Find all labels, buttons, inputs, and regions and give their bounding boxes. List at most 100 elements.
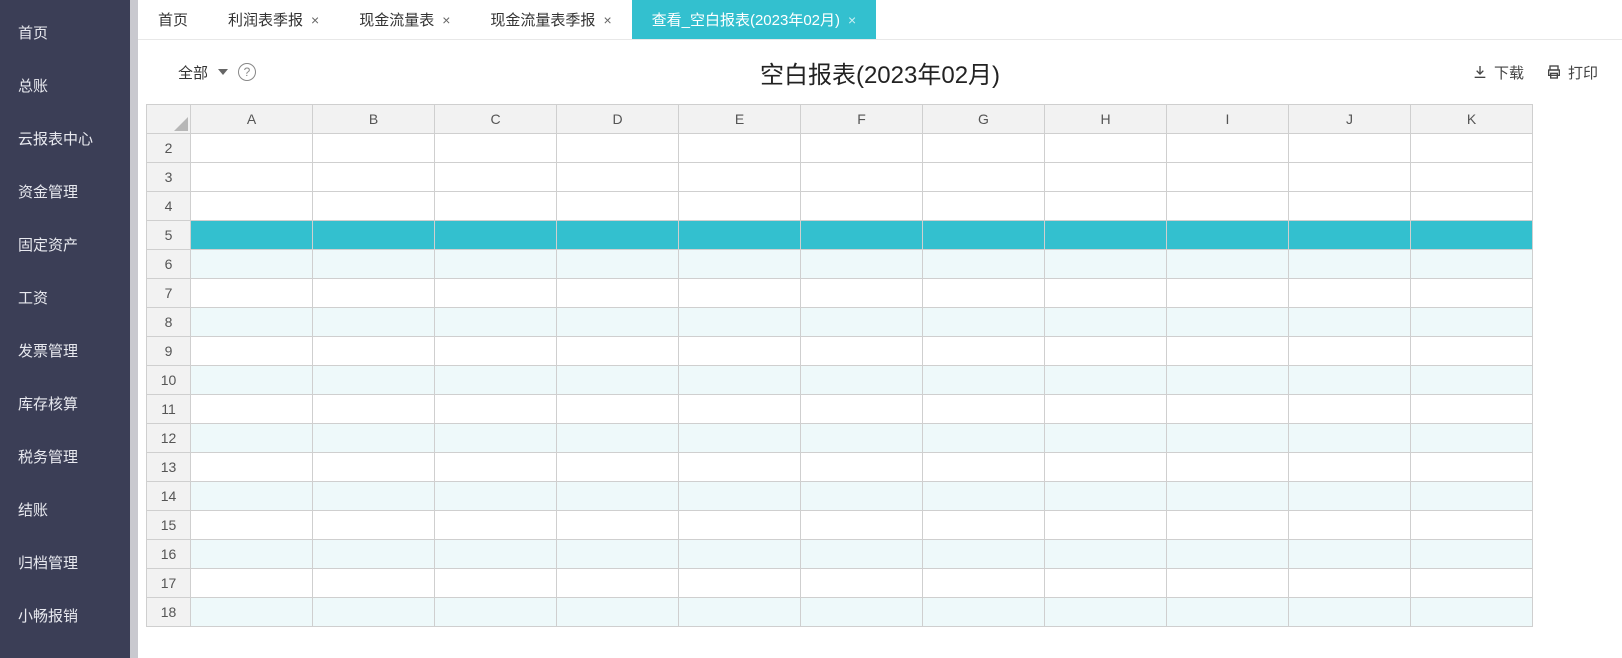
cell[interactable] xyxy=(1411,511,1533,540)
row-header[interactable]: 16 xyxy=(147,540,191,569)
cell[interactable] xyxy=(801,540,923,569)
cell[interactable] xyxy=(801,366,923,395)
cell[interactable] xyxy=(557,337,679,366)
cell[interactable] xyxy=(557,482,679,511)
filter-dropdown[interactable]: 全部 ? xyxy=(178,62,256,83)
cell[interactable] xyxy=(435,395,557,424)
cell[interactable] xyxy=(1167,540,1289,569)
cell[interactable] xyxy=(435,424,557,453)
cell[interactable] xyxy=(801,134,923,163)
cell[interactable] xyxy=(557,163,679,192)
sidebar-scrollbar[interactable] xyxy=(130,0,138,658)
row-header[interactable]: 3 xyxy=(147,163,191,192)
tab-cashflow[interactable]: 现金流量表 × xyxy=(339,0,470,39)
tab-profit-quarterly[interactable]: 利润表季报 × xyxy=(208,0,339,39)
cell[interactable] xyxy=(1045,395,1167,424)
cell[interactable] xyxy=(435,279,557,308)
cell[interactable] xyxy=(1289,250,1411,279)
cell[interactable] xyxy=(679,453,801,482)
sidebar-item-home[interactable]: 首页 xyxy=(0,6,130,59)
cell[interactable] xyxy=(1411,163,1533,192)
cell[interactable] xyxy=(679,424,801,453)
row-header[interactable]: 13 xyxy=(147,453,191,482)
column-header[interactable]: K xyxy=(1411,105,1533,134)
print-button[interactable]: 打印 xyxy=(1546,62,1598,83)
cell[interactable] xyxy=(1045,366,1167,395)
cell[interactable] xyxy=(801,511,923,540)
cell[interactable] xyxy=(435,598,557,627)
row-header[interactable]: 15 xyxy=(147,511,191,540)
cell[interactable] xyxy=(191,453,313,482)
cell[interactable] xyxy=(1167,221,1289,250)
cell[interactable] xyxy=(801,221,923,250)
cell[interactable] xyxy=(923,250,1045,279)
cell[interactable] xyxy=(1411,540,1533,569)
cell[interactable] xyxy=(313,337,435,366)
cell[interactable] xyxy=(801,192,923,221)
cell[interactable] xyxy=(801,453,923,482)
sidebar-item-invoice[interactable]: 发票管理 xyxy=(0,324,130,377)
row-header[interactable]: 9 xyxy=(147,337,191,366)
cell[interactable] xyxy=(435,163,557,192)
cell[interactable] xyxy=(1167,569,1289,598)
cell[interactable] xyxy=(1411,424,1533,453)
cell[interactable] xyxy=(313,540,435,569)
sidebar-item-expense[interactable]: 小畅报销 xyxy=(0,589,130,642)
cell[interactable] xyxy=(1411,250,1533,279)
cell[interactable] xyxy=(1289,482,1411,511)
cell[interactable] xyxy=(1045,279,1167,308)
cell[interactable] xyxy=(313,308,435,337)
cell[interactable] xyxy=(1167,279,1289,308)
row-header[interactable]: 11 xyxy=(147,395,191,424)
cell[interactable] xyxy=(191,598,313,627)
cell[interactable] xyxy=(1411,308,1533,337)
column-header[interactable]: B xyxy=(313,105,435,134)
cell[interactable] xyxy=(557,540,679,569)
cell[interactable] xyxy=(191,134,313,163)
cell[interactable] xyxy=(923,540,1045,569)
cell[interactable] xyxy=(557,511,679,540)
sidebar-item-fixed-assets[interactable]: 固定资产 xyxy=(0,218,130,271)
cell[interactable] xyxy=(1289,540,1411,569)
cell[interactable] xyxy=(1411,279,1533,308)
tab-cashflow-quarterly[interactable]: 现金流量表季报 × xyxy=(470,0,631,39)
cell[interactable] xyxy=(1167,366,1289,395)
cell[interactable] xyxy=(679,192,801,221)
cell[interactable] xyxy=(557,279,679,308)
sidebar-item-archive[interactable]: 归档管理 xyxy=(0,536,130,589)
sidebar-item-cloud-reports[interactable]: 云报表中心 xyxy=(0,112,130,165)
cell[interactable] xyxy=(1167,511,1289,540)
row-header[interactable]: 4 xyxy=(147,192,191,221)
column-header[interactable]: G xyxy=(923,105,1045,134)
cell[interactable] xyxy=(313,366,435,395)
cell[interactable] xyxy=(313,279,435,308)
cell[interactable] xyxy=(923,453,1045,482)
row-header[interactable]: 12 xyxy=(147,424,191,453)
cell[interactable] xyxy=(1411,569,1533,598)
cell[interactable] xyxy=(923,192,1045,221)
cell[interactable] xyxy=(313,192,435,221)
cell[interactable] xyxy=(679,250,801,279)
cell[interactable] xyxy=(1411,192,1533,221)
column-header[interactable]: D xyxy=(557,105,679,134)
column-header[interactable]: C xyxy=(435,105,557,134)
cell[interactable] xyxy=(679,279,801,308)
cell[interactable] xyxy=(1167,163,1289,192)
cell[interactable] xyxy=(679,511,801,540)
close-icon[interactable]: × xyxy=(311,12,319,28)
close-icon[interactable]: × xyxy=(603,12,611,28)
cell[interactable] xyxy=(1167,134,1289,163)
row-header[interactable]: 6 xyxy=(147,250,191,279)
sidebar-item-funds[interactable]: 资金管理 xyxy=(0,165,130,218)
cell[interactable] xyxy=(191,569,313,598)
cell[interactable] xyxy=(435,221,557,250)
cell[interactable] xyxy=(801,569,923,598)
cell[interactable] xyxy=(435,453,557,482)
cell[interactable] xyxy=(1411,134,1533,163)
cell[interactable] xyxy=(1167,308,1289,337)
cell[interactable] xyxy=(557,250,679,279)
cell[interactable] xyxy=(1289,395,1411,424)
cell[interactable] xyxy=(1045,221,1167,250)
cell[interactable] xyxy=(923,134,1045,163)
sidebar-item-salary[interactable]: 工资 xyxy=(0,271,130,324)
